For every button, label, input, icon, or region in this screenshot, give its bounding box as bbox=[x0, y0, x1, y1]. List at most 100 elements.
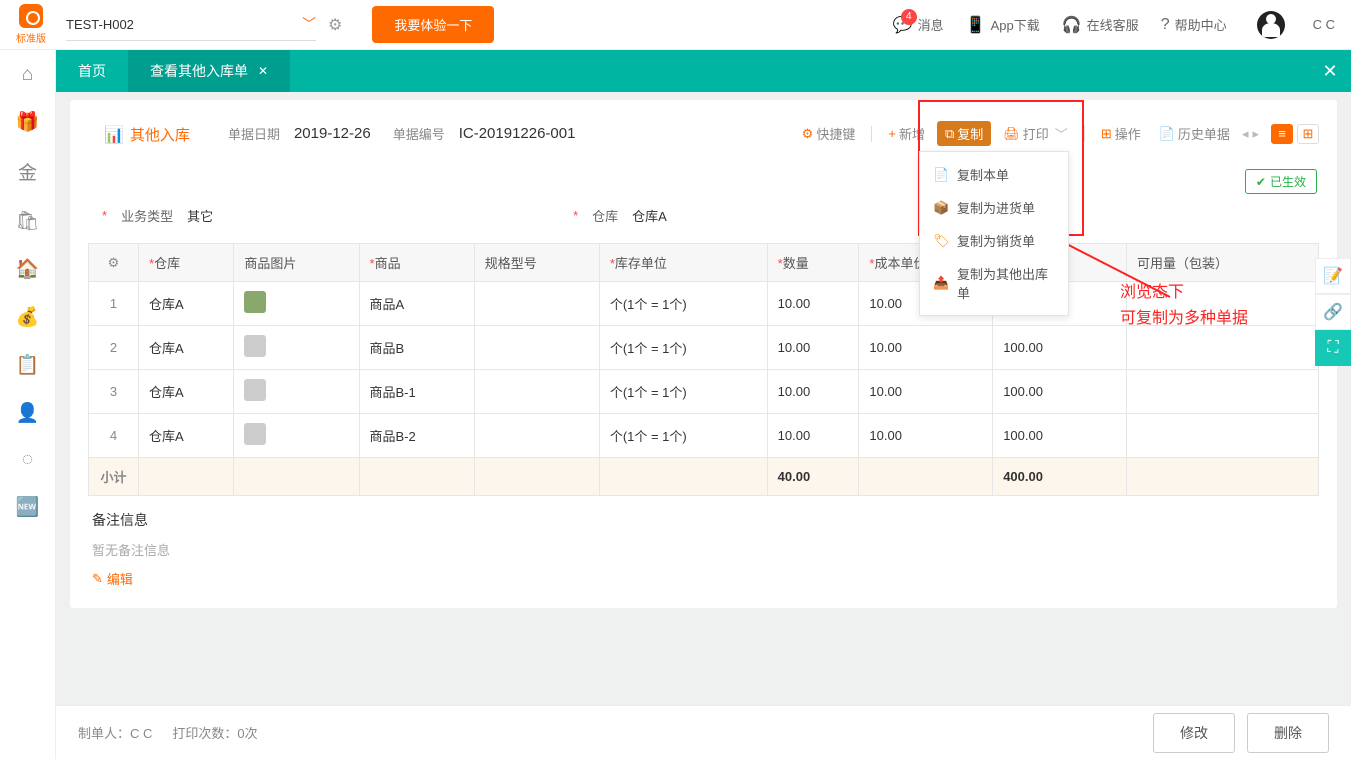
cell-price: 10.00 bbox=[859, 326, 993, 370]
help-center-link[interactable]: ? 帮助中心 bbox=[1161, 15, 1227, 34]
copy-button[interactable]: ⧉复制 bbox=[937, 121, 991, 146]
cell-qty: 10.00 bbox=[767, 326, 859, 370]
online-service-link[interactable]: 🎧 在线客服 bbox=[1062, 15, 1139, 35]
phone-icon: 📱 bbox=[966, 15, 986, 35]
creator-info: 制单人：C C bbox=[78, 723, 152, 742]
app-logo: 标准版 bbox=[16, 4, 46, 45]
cell-image bbox=[234, 414, 359, 458]
footer-info: 制单人：C C 打印次数：0次 bbox=[78, 723, 258, 742]
remarks-section: 备注信息 暂无备注信息 ✎编辑 bbox=[70, 496, 1337, 608]
cell-image bbox=[234, 370, 359, 414]
edit-remarks-button[interactable]: ✎编辑 bbox=[92, 569, 133, 588]
cell-warehouse: 仓库A bbox=[139, 282, 234, 326]
close-all-tabs-button[interactable]: ✕ bbox=[1309, 50, 1351, 92]
th-unit: *库存单位 bbox=[599, 244, 767, 282]
online-service-label: 在线客服 bbox=[1087, 15, 1139, 34]
tab-home[interactable]: 首页 bbox=[56, 50, 128, 92]
cell-spec bbox=[474, 414, 599, 458]
nav-clipboard-icon[interactable]: 📋 bbox=[16, 353, 40, 377]
username: C C bbox=[1313, 17, 1335, 32]
logo-icon bbox=[19, 4, 43, 28]
org-selector[interactable]: TEST-H002 ﹀ bbox=[66, 8, 316, 41]
dropdown-copy-sales[interactable]: 🏷复制为销货单 bbox=[920, 224, 1068, 257]
out-icon: 📤 bbox=[934, 276, 949, 291]
help-icon: ? bbox=[1161, 16, 1170, 34]
tab-label: 查看其他入库单 bbox=[150, 61, 248, 81]
nav-gift-icon[interactable]: 🎁 bbox=[16, 110, 40, 134]
edition-label: 标准版 bbox=[16, 30, 46, 45]
float-link-button[interactable]: 🔗 bbox=[1315, 294, 1351, 330]
dropdown-copy-outbound[interactable]: 📤复制为其他出库单 bbox=[920, 257, 1068, 309]
tag-icon: 🏷 bbox=[934, 233, 949, 248]
table-row[interactable]: 2仓库A商品B个(1个 = 1个)10.0010.00100.00 bbox=[89, 326, 1319, 370]
warehouse-field: * 仓库 仓库A bbox=[573, 206, 667, 225]
dropdown-copy-purchase[interactable]: 📦复制为进货单 bbox=[920, 191, 1068, 224]
annotation-text: 浏览态下 可复制为多种单据 bbox=[1120, 280, 1248, 331]
tab-view-other-inbound[interactable]: 查看其他入库单 ✕ bbox=[128, 50, 290, 92]
messages-link[interactable]: 💬 消息 4 bbox=[893, 15, 944, 35]
history-button[interactable]: 📄历史单据 bbox=[1153, 121, 1236, 146]
left-sidebar: ⌂ 🎁 ⾦ 🛍 🏠 💰 📋 👤 ◌ 🆕 bbox=[0, 50, 56, 759]
chevron-down-icon: ﹀ bbox=[302, 14, 316, 34]
doc-no-value: IC-20191226-001 bbox=[459, 125, 576, 142]
cell-price: 10.00 bbox=[859, 370, 993, 414]
nav-new-icon[interactable]: 🆕 bbox=[16, 495, 40, 519]
nav-home-icon[interactable]: ⌂ bbox=[22, 64, 33, 86]
app-download-link[interactable]: 📱 App下载 bbox=[966, 15, 1040, 35]
modify-button[interactable]: 修改 bbox=[1153, 713, 1235, 753]
cell-amount: 100.00 bbox=[993, 326, 1127, 370]
experience-button[interactable]: 我要体验一下 bbox=[372, 6, 494, 43]
nav-house-icon[interactable]: 🏠 bbox=[16, 257, 40, 281]
row-index: 3 bbox=[89, 370, 139, 414]
table-row[interactable]: 3仓库A商品B-1个(1个 = 1个)10.0010.00100.00 bbox=[89, 370, 1319, 414]
right-float-toolbar: 📝 🔗 ⛶ bbox=[1315, 258, 1351, 366]
float-expand-button[interactable]: ⛶ bbox=[1315, 330, 1351, 366]
required-mark: * bbox=[573, 208, 578, 223]
th-spec: 规格型号 bbox=[474, 244, 599, 282]
th-available: 可用量（包装） bbox=[1126, 244, 1318, 282]
footer-bar: 制单人：C C 打印次数：0次 修改 删除 bbox=[56, 705, 1351, 759]
th-gear[interactable]: ⚙ bbox=[89, 244, 139, 282]
list-view-button[interactable]: ≡ bbox=[1271, 124, 1293, 144]
document-type-tab: 📊 其他入库 bbox=[88, 112, 206, 155]
close-icon[interactable]: ✕ bbox=[258, 64, 268, 78]
print-icon: 🖨 bbox=[1003, 126, 1020, 142]
delete-button[interactable]: 删除 bbox=[1247, 713, 1329, 753]
nav-bag-icon[interactable]: 🛍 bbox=[15, 209, 39, 233]
operate-button[interactable]: ⊞操作 bbox=[1095, 121, 1147, 146]
next-record-button[interactable]: ▸ bbox=[1252, 126, 1259, 142]
settings-icon[interactable]: ⚙ bbox=[328, 15, 342, 35]
nav-store-icon[interactable]: ⾦ bbox=[18, 158, 37, 185]
grid-icon: ⊞ bbox=[1101, 126, 1112, 142]
remarks-empty-text: 暂无备注信息 bbox=[92, 540, 1315, 559]
document-header: 📊 其他入库 单据日期 2019-12-26 单据编号 IC-20191226-… bbox=[70, 100, 1337, 155]
card-view-button[interactable]: ⊞ bbox=[1297, 124, 1319, 144]
nav-money-icon[interactable]: 💰 bbox=[16, 305, 40, 329]
status-badge: ✔已生效 bbox=[1245, 169, 1317, 194]
app-download-label: App下载 bbox=[991, 15, 1040, 34]
box-icon: 📦 bbox=[934, 200, 949, 215]
th-image: 商品图片 bbox=[234, 244, 359, 282]
status-row: ✔已生效 bbox=[70, 155, 1337, 200]
nav-person-icon[interactable]: 👤 bbox=[16, 401, 40, 425]
shortcut-button[interactable]: ⚙快捷键 bbox=[796, 121, 862, 146]
th-warehouse: *仓库 bbox=[139, 244, 234, 282]
doc-icon: 📄 bbox=[934, 167, 949, 182]
dropdown-copy-self[interactable]: 📄复制本单 bbox=[920, 158, 1068, 191]
cell-available bbox=[1126, 370, 1318, 414]
nav-sync-icon[interactable]: ◌ bbox=[22, 449, 33, 471]
add-button[interactable]: +新增 bbox=[882, 121, 931, 146]
history-icon: 📄 bbox=[1159, 126, 1175, 142]
cell-available bbox=[1126, 414, 1318, 458]
prev-record-button[interactable]: ◂ bbox=[1242, 126, 1249, 142]
table-row[interactable]: 4仓库A商品B-2个(1个 = 1个)10.0010.00100.00 bbox=[89, 414, 1319, 458]
float-note-button[interactable]: 📝 bbox=[1315, 258, 1351, 294]
messages-label: 消息 bbox=[918, 15, 944, 34]
product-thumb bbox=[244, 335, 266, 357]
help-center-label: 帮助中心 bbox=[1175, 15, 1227, 34]
print-button[interactable]: 🖨打印﹀ bbox=[997, 121, 1074, 146]
doc-no-label: 单据编号 bbox=[393, 124, 445, 143]
row-index: 1 bbox=[89, 282, 139, 326]
messages-badge: 4 bbox=[901, 9, 917, 25]
avatar[interactable] bbox=[1257, 11, 1285, 39]
